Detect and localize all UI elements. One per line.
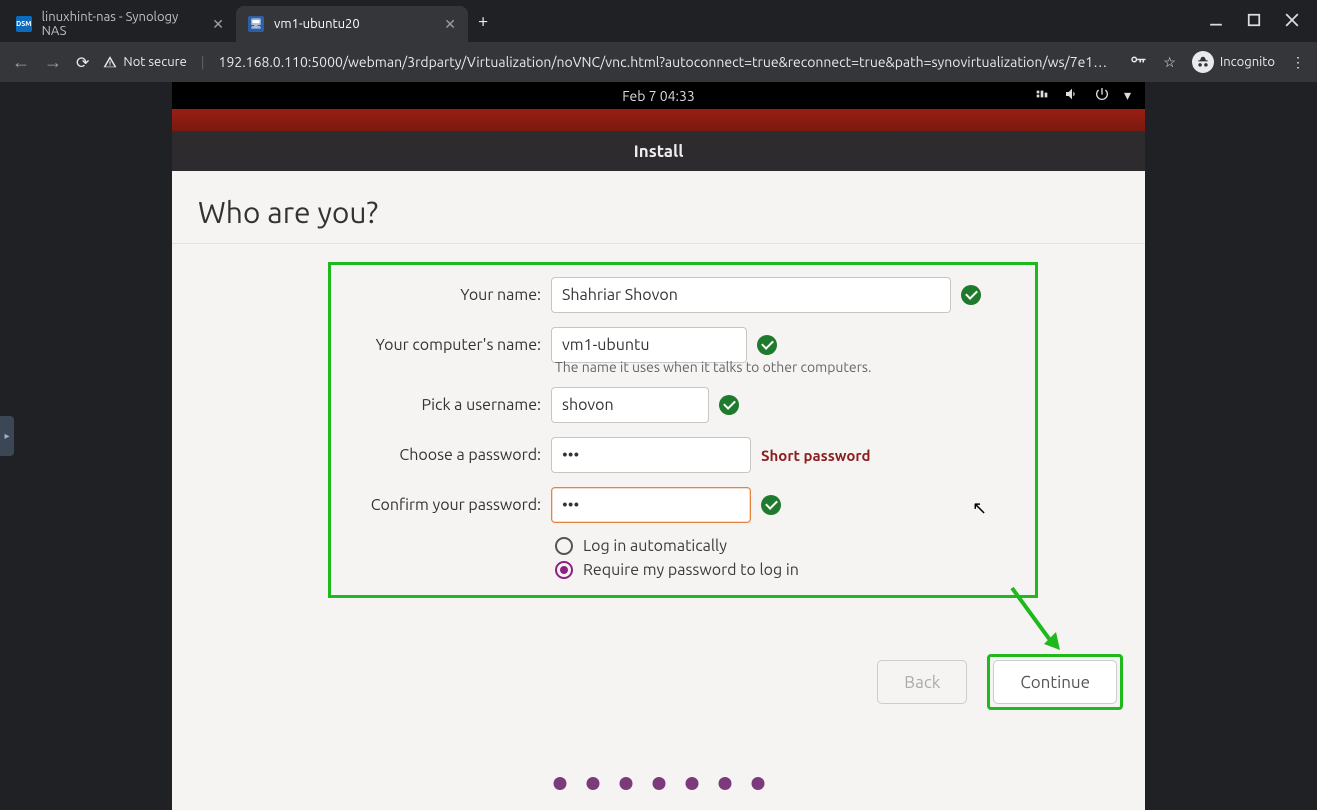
tab-title: vm1-ubuntu20 <box>274 17 360 31</box>
dot <box>652 777 665 790</box>
check-icon <box>757 335 777 355</box>
novnc-sidebar-handle[interactable] <box>0 416 14 456</box>
radio-require-password[interactable]: Require my password to log in <box>555 561 1025 579</box>
label-password: Choose a password: <box>341 446 541 464</box>
radio-icon <box>555 537 573 555</box>
gnome-top-bar: Feb 7 04:33 ▾ <box>172 82 1145 109</box>
dot <box>553 777 566 790</box>
dot <box>718 777 731 790</box>
incognito-indicator[interactable]: Incognito <box>1192 51 1275 73</box>
chevron-down-icon[interactable]: ▾ <box>1124 87 1131 104</box>
label-computer-name: Your computer's name: <box>341 336 541 354</box>
not-secure-label: Not secure <box>123 55 186 69</box>
browser-tab-vm1[interactable]: 🖥 vm1-ubuntu20 ✕ <box>236 6 468 42</box>
tab-title: linuxhint-nas - Synology NAS <box>42 10 203 38</box>
network-icon[interactable] <box>1034 86 1050 105</box>
password-input[interactable] <box>551 437 751 473</box>
computer-name-hint: The name it uses when it talks to other … <box>555 359 1025 375</box>
bookmark-star-icon[interactable]: ☆ <box>1163 54 1176 71</box>
password-strength-msg: Short password <box>761 447 870 464</box>
key-icon[interactable] <box>1129 52 1147 73</box>
annotation-arrow <box>1006 584 1060 654</box>
dot <box>751 777 764 790</box>
radio-icon <box>555 561 573 579</box>
incognito-label: Incognito <box>1220 55 1275 69</box>
computer-name-input[interactable] <box>551 327 747 363</box>
kebab-menu-icon[interactable]: ⋮ <box>1291 54 1305 71</box>
annotation-continue-highlight: Continue <box>987 654 1123 710</box>
incognito-icon <box>1192 51 1214 73</box>
dot <box>685 777 698 790</box>
label-username: Pick a username: <box>341 396 541 414</box>
address-bar: ← → ⟳ Not secure | 192.168.0.110:5000/we… <box>0 42 1317 82</box>
tab-close-icon[interactable]: ✕ <box>444 16 456 33</box>
browser-tab-synology[interactable]: DSM linuxhint-nas - Synology NAS ✕ <box>4 6 236 42</box>
window-title: Install <box>634 142 684 161</box>
dot <box>619 777 632 790</box>
radio-label: Require my password to log in <box>583 561 799 579</box>
gnome-system-tray[interactable]: ▾ <box>1034 82 1131 109</box>
page-heading: Who are you? <box>198 195 1119 229</box>
window-controls <box>1209 0 1317 40</box>
progress-dots <box>553 777 764 790</box>
label-your-name: Your name: <box>341 286 541 304</box>
divider <box>172 243 1145 244</box>
url-text[interactable]: 192.168.0.110:5000/webman/3rdparty/Virtu… <box>219 54 1116 70</box>
browser-tab-strip: DSM linuxhint-nas - Synology NAS ✕ 🖥 vm1… <box>0 0 1317 42</box>
installer-titlebar: Install <box>172 131 1145 171</box>
your-name-input[interactable] <box>551 277 951 313</box>
radio-label: Log in automatically <box>583 537 727 555</box>
separator: | <box>201 54 205 70</box>
ubuntu-accent-strip <box>172 109 1145 131</box>
radio-auto-login[interactable]: Log in automatically <box>555 537 1025 555</box>
back-button[interactable]: Back <box>877 660 967 704</box>
favicon-vm: 🖥 <box>248 16 264 32</box>
installer-body: Who are you? Your name: Your computer's … <box>172 171 1145 810</box>
dot <box>586 777 599 790</box>
maximize-icon[interactable] <box>1247 13 1261 27</box>
close-icon[interactable] <box>1285 13 1299 27</box>
button-row: Back Continue <box>877 654 1123 710</box>
tab-close-icon[interactable]: ✕ <box>212 16 224 33</box>
check-icon <box>719 395 739 415</box>
power-icon[interactable] <box>1094 86 1110 105</box>
minimize-icon[interactable] <box>1209 13 1223 27</box>
volume-icon[interactable] <box>1064 86 1080 105</box>
favicon-dsm: DSM <box>16 16 32 32</box>
label-confirm-password: Confirm your password: <box>341 496 541 514</box>
forward-icon[interactable]: → <box>44 52 62 73</box>
warning-icon <box>103 55 117 69</box>
new-tab-button[interactable]: + <box>468 11 498 31</box>
site-security[interactable]: Not secure <box>103 55 186 69</box>
reload-icon[interactable]: ⟳ <box>76 53 89 72</box>
vnc-viewport: Feb 7 04:33 ▾ Install Who are you? Your … <box>172 82 1145 810</box>
annotation-form-highlight: Your name: Your computer's name: The nam… <box>328 262 1038 598</box>
check-icon <box>761 495 781 515</box>
gnome-clock[interactable]: Feb 7 04:33 <box>622 88 695 104</box>
confirm-password-input[interactable] <box>551 487 751 523</box>
username-input[interactable] <box>551 387 709 423</box>
continue-button[interactable]: Continue <box>993 660 1117 704</box>
check-icon <box>961 285 981 305</box>
back-icon[interactable]: ← <box>12 52 30 73</box>
